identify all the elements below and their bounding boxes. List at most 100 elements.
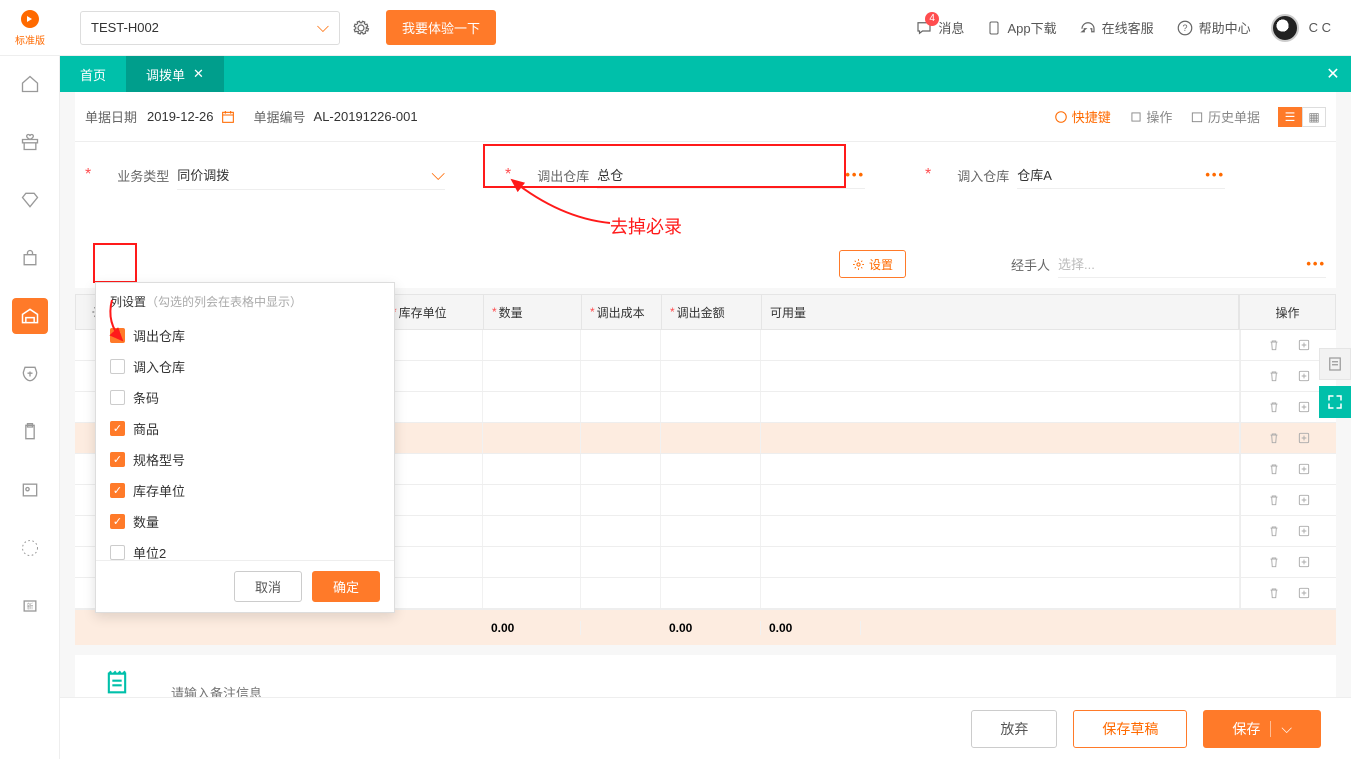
more-icon: •••	[1205, 167, 1225, 182]
operate-link[interactable]: 操作	[1129, 107, 1173, 126]
col-available: 可用量	[762, 295, 1239, 329]
trial-button[interactable]: 我要体验一下	[386, 10, 496, 45]
nav-clipboard-icon[interactable]	[12, 414, 48, 450]
in-wh-select[interactable]: 仓库A •••	[1017, 161, 1225, 189]
checkbox-icon[interactable]: ✓	[110, 452, 125, 467]
nav-new-icon[interactable]: 新	[12, 588, 48, 624]
tab-transfer-order[interactable]: 调拨单 ✕	[126, 56, 224, 92]
svg-text:新: 新	[26, 602, 33, 611]
delete-icon[interactable]	[1267, 369, 1281, 383]
settings-button[interactable]: 设置	[839, 250, 906, 278]
column-option[interactable]: ✓规格型号	[110, 444, 380, 475]
col-ops: 操作	[1239, 295, 1335, 329]
org-settings-icon[interactable]	[352, 19, 370, 37]
biz-type-select[interactable]: 同价调拨 ⌵	[177, 160, 445, 190]
fields-panel: * 业务类型 同价调拨 ⌵ * 调出仓库 总仓 ••• * 调入仓库 仓库	[75, 142, 1336, 288]
nav-money-icon[interactable]	[12, 356, 48, 392]
save-button[interactable]: 保存 ⌵	[1203, 710, 1321, 748]
messages-badge: 4	[925, 12, 939, 26]
brand-sub: 标准版	[15, 32, 45, 47]
close-all-tabs-icon[interactable]: ✕	[1315, 56, 1351, 92]
add-row-icon[interactable]	[1297, 524, 1311, 538]
column-option[interactable]: ✓数量	[110, 506, 380, 537]
note-icon	[103, 669, 131, 697]
close-icon[interactable]: ✕	[193, 66, 204, 82]
checkbox-icon[interactable]: ✓	[110, 483, 125, 498]
notes-panel-icon[interactable]	[1319, 348, 1351, 380]
popup-list[interactable]: ✓调出仓库调入仓库条码✓商品✓规格型号✓库存单位✓数量单位2	[96, 320, 394, 560]
date-label: 单据日期	[85, 107, 137, 126]
column-option[interactable]: ✓调出仓库	[110, 320, 380, 351]
field-biz-type: * 业务类型 同价调拨 ⌵	[85, 160, 445, 190]
expand-icon[interactable]	[1319, 386, 1351, 418]
delete-icon[interactable]	[1267, 493, 1281, 507]
col-qty: *数量	[484, 295, 582, 329]
svg-text:?: ?	[1182, 23, 1187, 33]
add-row-icon[interactable]	[1297, 462, 1311, 476]
checkbox-icon[interactable]	[110, 390, 125, 405]
org-name: TEST-H002	[91, 20, 159, 35]
messages-link[interactable]: 4 消息	[915, 18, 964, 37]
column-option[interactable]: 调入仓库	[110, 351, 380, 382]
checkbox-icon[interactable]: ✓	[110, 514, 125, 529]
nav-gift-icon[interactable]	[12, 124, 48, 160]
view-grid-icon[interactable]: ▦	[1302, 107, 1326, 127]
delete-icon[interactable]	[1267, 586, 1281, 600]
delete-icon[interactable]	[1267, 431, 1281, 445]
discard-button[interactable]: 放弃	[971, 710, 1057, 748]
nav-diamond-icon[interactable]	[12, 182, 48, 218]
tab-home[interactable]: 首页	[60, 56, 126, 92]
handler-select[interactable]: 选择... •••	[1058, 250, 1326, 278]
add-row-icon[interactable]	[1297, 338, 1311, 352]
view-list-icon[interactable]: ☰	[1278, 107, 1302, 127]
app-download-link[interactable]: App下载	[986, 18, 1056, 37]
add-row-icon[interactable]	[1297, 555, 1311, 569]
avatar[interactable]	[1271, 14, 1299, 42]
biz-type-label: 业务类型	[95, 166, 169, 185]
handler-label: 经手人	[976, 255, 1050, 274]
shortcut-link[interactable]: 快捷键	[1054, 107, 1111, 126]
checkbox-icon[interactable]	[110, 359, 125, 374]
nav-id-icon[interactable]	[12, 472, 48, 508]
calendar-icon[interactable]	[220, 109, 236, 125]
delete-icon[interactable]	[1267, 555, 1281, 569]
checkbox-icon[interactable]: ✓	[110, 328, 125, 343]
out-wh-select[interactable]: 总仓 •••	[597, 161, 865, 189]
nav-warehouse-icon[interactable]	[12, 298, 48, 334]
add-row-icon[interactable]	[1297, 431, 1311, 445]
footer-actions: 放弃 保存草稿 保存 ⌵	[60, 697, 1351, 759]
column-option[interactable]: ✓ 库存单位	[110, 475, 380, 506]
history-link[interactable]: 历史单据	[1190, 107, 1260, 126]
foot-out-amount: 0.00	[661, 621, 761, 635]
popup-ok-button[interactable]: 确定	[312, 571, 380, 602]
chevron-down-icon: ⌵	[317, 19, 329, 37]
save-draft-button[interactable]: 保存草稿	[1073, 710, 1187, 748]
online-service-link[interactable]: 在线客服	[1079, 18, 1154, 37]
nav-network-icon[interactable]	[12, 530, 48, 566]
nav-bag-icon[interactable]	[12, 240, 48, 276]
online-service-label: 在线客服	[1102, 18, 1154, 37]
column-option[interactable]: 条码	[110, 382, 380, 413]
org-selector[interactable]: TEST-H002 ⌵	[80, 11, 340, 45]
annotation-text: 去掉必录	[610, 213, 682, 239]
chevron-down-icon: ⌵	[431, 164, 445, 185]
column-option-label: 库存单位	[133, 481, 185, 500]
delete-icon[interactable]	[1267, 524, 1281, 538]
delete-icon[interactable]	[1267, 462, 1281, 476]
add-row-icon[interactable]	[1297, 369, 1311, 383]
delete-icon[interactable]	[1267, 338, 1281, 352]
add-row-icon[interactable]	[1297, 586, 1311, 600]
delete-icon[interactable]	[1267, 400, 1281, 414]
popup-cancel-button[interactable]: 取消	[234, 571, 302, 602]
column-option[interactable]: 单位2	[110, 537, 380, 560]
column-option[interactable]: ✓商品	[110, 413, 380, 444]
popup-title: 列设置（勾选的列会在表格中显示）	[96, 283, 394, 320]
help-center-link[interactable]: ? 帮助中心	[1176, 18, 1251, 37]
add-row-icon[interactable]	[1297, 493, 1311, 507]
add-row-icon[interactable]	[1297, 400, 1311, 414]
checkbox-icon[interactable]: ✓	[110, 421, 125, 436]
float-right-tools	[1319, 348, 1351, 418]
checkbox-icon[interactable]	[110, 545, 125, 560]
date-value[interactable]: 2019-12-26	[147, 109, 214, 124]
nav-home-icon[interactable]	[12, 66, 48, 102]
